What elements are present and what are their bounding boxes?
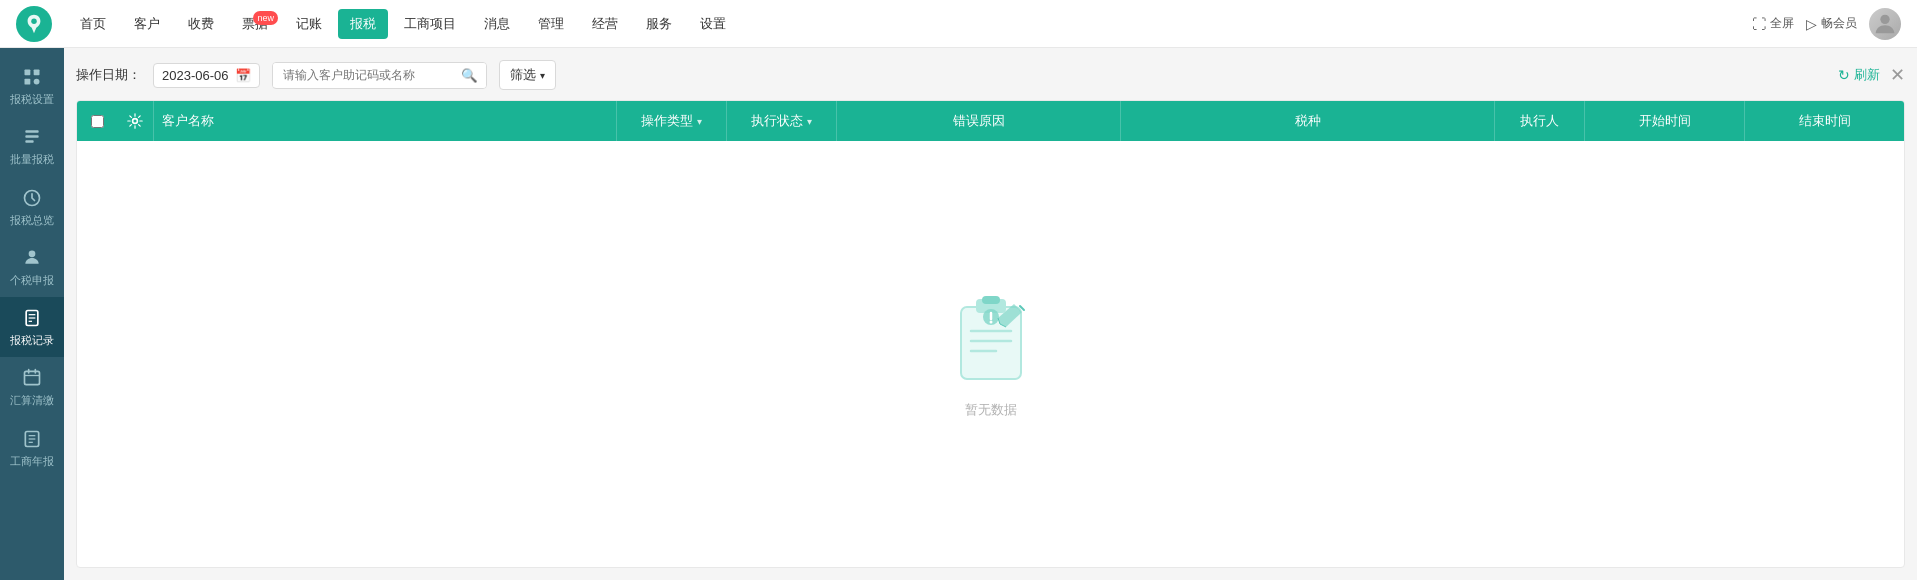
business-report-icon xyxy=(21,428,43,450)
col-header-start-time: 开始时间 xyxy=(1584,101,1744,141)
date-label: 操作日期： xyxy=(76,66,141,84)
sort-icon-status: ▾ xyxy=(807,116,812,127)
content-area: 操作日期： 2023-06-06 📅 🔍 筛选 ▾ ↻ 刷新 ✕ xyxy=(64,48,1917,580)
select-all-checkbox[interactable] xyxy=(77,115,117,128)
filter-button[interactable]: 筛选 ▾ xyxy=(499,60,556,90)
col-header-op-type[interactable]: 操作类型 ▾ xyxy=(616,101,726,141)
refresh-button[interactable]: ↻ 刷新 xyxy=(1838,66,1880,84)
fullscreen-icon: ⛶ xyxy=(1752,16,1766,32)
nav-item-manage[interactable]: 管理 xyxy=(526,9,576,39)
nav-item-service[interactable]: 服务 xyxy=(634,9,684,39)
nav-item-invoice[interactable]: 票据 new xyxy=(230,9,280,39)
fullscreen-button[interactable]: ⛶ 全屏 xyxy=(1752,15,1794,32)
col-header-error: 错误原因 xyxy=(836,101,1121,141)
column-settings-icon[interactable] xyxy=(117,113,153,129)
sidebar-item-tax-record[interactable]: 报税记录 xyxy=(0,297,64,357)
nav-item-settings[interactable]: 设置 xyxy=(688,9,738,39)
tax-record-icon xyxy=(21,307,43,329)
nav-item-message[interactable]: 消息 xyxy=(472,9,522,39)
tax-settings-icon xyxy=(21,66,43,88)
nav-item-business[interactable]: 工商项目 xyxy=(392,9,468,39)
search-box: 🔍 xyxy=(272,62,487,89)
nav-item-bookkeeping[interactable]: 记账 xyxy=(284,9,334,39)
search-button[interactable]: 🔍 xyxy=(453,63,486,88)
member-label: 畅会员 xyxy=(1821,15,1857,32)
empty-illustration xyxy=(946,289,1036,389)
nav-item-operation[interactable]: 经营 xyxy=(580,9,630,39)
filter-label: 筛选 xyxy=(510,66,536,84)
sidebar-item-tax-overview[interactable]: 报税总览 xyxy=(0,177,64,237)
col-header-executor: 执行人 xyxy=(1494,101,1584,141)
toolbar-right: ↻ 刷新 ✕ xyxy=(1838,66,1905,84)
member-button[interactable]: ▷ 畅会员 xyxy=(1806,15,1857,32)
sidebar-label-annual-tax: 汇算清缴 xyxy=(10,393,54,407)
empty-text: 暂无数据 xyxy=(965,401,1017,419)
svg-rect-7 xyxy=(25,136,38,139)
sidebar-item-tax-settings[interactable]: 报税设置 xyxy=(0,56,64,116)
table-container: 客户名称 操作类型 ▾ 执行状态 ▾ 错误原因 税种 执行人 xyxy=(76,100,1905,568)
svg-rect-6 xyxy=(25,131,38,134)
svg-point-5 xyxy=(34,79,40,85)
member-icon: ▷ xyxy=(1806,16,1817,32)
sidebar-label-batch-tax: 批量报税 xyxy=(10,152,54,166)
fullscreen-label: 全屏 xyxy=(1770,15,1794,32)
toolbar: 操作日期： 2023-06-06 📅 🔍 筛选 ▾ ↻ 刷新 ✕ xyxy=(76,60,1905,90)
main-layout: 报税设置 批量报税 报税总览 xyxy=(0,48,1917,580)
sidebar: 报税设置 批量报税 报税总览 xyxy=(0,48,64,580)
top-nav-right: ⛶ 全屏 ▷ 畅会员 xyxy=(1752,8,1901,40)
sidebar-label-personal-tax: 个税申报 xyxy=(10,273,54,287)
sidebar-label-business-report: 工商年报 xyxy=(10,454,54,468)
nav-item-fee[interactable]: 收费 xyxy=(176,9,226,39)
col-header-tax-type: 税种 xyxy=(1120,101,1494,141)
app-logo[interactable] xyxy=(16,6,52,42)
svg-rect-4 xyxy=(25,79,31,85)
table-body: 暂无数据 xyxy=(77,141,1904,567)
user-avatar[interactable] xyxy=(1869,8,1901,40)
search-icon: 🔍 xyxy=(461,68,478,83)
sidebar-item-annual-tax[interactable]: 汇算清缴 xyxy=(0,357,64,417)
svg-rect-3 xyxy=(34,70,40,76)
table-header: 客户名称 操作类型 ▾ 执行状态 ▾ 错误原因 税种 执行人 xyxy=(77,101,1904,141)
checkbox-input[interactable] xyxy=(91,115,104,128)
nav-items: 首页 客户 收费 票据 new 记账 报税 工商项目 消息 管理 经营 服务 设… xyxy=(68,9,1752,39)
col-header-status[interactable]: 执行状态 ▾ xyxy=(726,101,836,141)
sidebar-label-tax-settings: 报税设置 xyxy=(10,92,54,106)
search-input[interactable] xyxy=(273,63,453,87)
sidebar-item-personal-tax[interactable]: 个税申报 xyxy=(0,237,64,297)
empty-state: 暂无数据 xyxy=(946,289,1036,419)
svg-point-32 xyxy=(989,321,992,324)
sidebar-label-tax-overview: 报税总览 xyxy=(10,213,54,227)
batch-tax-icon xyxy=(21,126,43,148)
close-button[interactable]: ✕ xyxy=(1890,66,1905,84)
new-badge: new xyxy=(253,11,278,26)
calendar-icon: 📅 xyxy=(235,68,251,83)
top-nav: 首页 客户 收费 票据 new 记账 报税 工商项目 消息 管理 经营 服务 设… xyxy=(0,0,1917,48)
svg-point-10 xyxy=(29,250,36,257)
sidebar-label-tax-record: 报税记录 xyxy=(10,333,54,347)
sidebar-item-business-report[interactable]: 工商年报 xyxy=(0,418,64,478)
svg-point-0 xyxy=(31,18,37,24)
col-header-end-time: 结束时间 xyxy=(1744,101,1904,141)
sidebar-item-batch-tax[interactable]: 批量报税 xyxy=(0,116,64,176)
nav-item-customer[interactable]: 客户 xyxy=(122,9,172,39)
svg-rect-8 xyxy=(25,141,33,144)
date-picker[interactable]: 2023-06-06 📅 xyxy=(153,63,260,88)
chevron-down-icon: ▾ xyxy=(540,70,545,81)
svg-rect-2 xyxy=(25,70,31,76)
svg-rect-15 xyxy=(25,372,40,385)
svg-point-23 xyxy=(133,119,138,124)
tax-overview-icon xyxy=(21,187,43,209)
refresh-label: 刷新 xyxy=(1854,66,1880,84)
refresh-icon: ↻ xyxy=(1838,67,1850,83)
personal-tax-icon xyxy=(21,247,43,269)
svg-point-1 xyxy=(1880,14,1889,23)
nav-item-tax[interactable]: 报税 xyxy=(338,9,388,39)
svg-rect-26 xyxy=(982,296,1000,304)
col-header-name: 客户名称 xyxy=(153,101,616,141)
nav-item-home[interactable]: 首页 xyxy=(68,9,118,39)
sort-icon-op-type: ▾ xyxy=(697,116,702,127)
date-value: 2023-06-06 xyxy=(162,68,229,83)
annual-tax-icon xyxy=(21,367,43,389)
